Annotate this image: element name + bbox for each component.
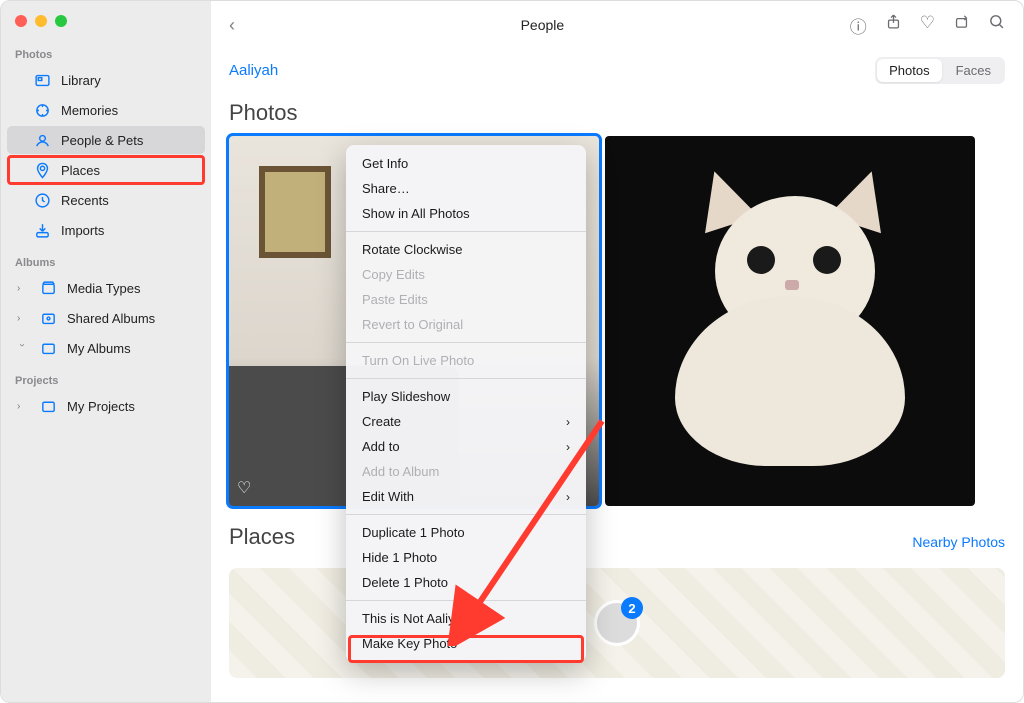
sidebar-item-my-projects[interactable]: › My Projects: [7, 392, 205, 420]
memories-icon: [33, 101, 51, 119]
chevron-right-icon: ›: [566, 490, 570, 504]
window-controls: [1, 1, 211, 37]
sidebar-item-media-types[interactable]: › Media Types: [7, 274, 205, 302]
album-icon: [39, 279, 57, 297]
fullscreen-window-button[interactable]: [55, 15, 67, 27]
page-title: People: [247, 17, 838, 33]
menu-item[interactable]: Get Info: [346, 151, 586, 176]
app-window: Photos Library Memories People & Pets Pl…: [0, 0, 1024, 703]
people-icon: [33, 131, 51, 149]
menu-item: Add to Album: [346, 459, 586, 484]
main-area: ‹ People ⓘ ♡ Aaliyah Photos Faces Photos…: [211, 1, 1023, 702]
sidebar-item-label: Memories: [61, 103, 118, 118]
sidebar-item-label: Shared Albums: [67, 311, 155, 326]
favorite-badge-icon: ♡: [237, 478, 251, 498]
sidebar-item-library[interactable]: Library: [7, 66, 205, 94]
sidebar-section-projects: Projects: [1, 363, 211, 391]
context-menu: Get InfoShare…Show in All Photos Rotate C…: [346, 145, 586, 662]
rotate-icon[interactable]: [953, 13, 970, 38]
close-window-button[interactable]: [15, 15, 27, 27]
sidebar: Photos Library Memories People & Pets Pl…: [1, 1, 211, 702]
tab-faces[interactable]: Faces: [944, 59, 1003, 82]
recents-icon: [33, 191, 51, 209]
sidebar-item-label: Imports: [61, 223, 104, 238]
favorite-icon[interactable]: ♡: [920, 13, 935, 38]
search-icon[interactable]: [988, 13, 1005, 38]
sidebar-item-imports[interactable]: Imports: [7, 216, 205, 244]
menu-item: Turn On Live Photo: [346, 348, 586, 373]
menu-item: Paste Edits: [346, 287, 586, 312]
menu-item[interactable]: Show in All Photos: [346, 201, 586, 226]
content: Photos ♡ Places Nearby Photos: [211, 92, 1023, 702]
projects-icon: [39, 397, 57, 415]
menu-item[interactable]: This is Not Aaliyah: [346, 606, 586, 631]
sidebar-item-recents[interactable]: Recents: [7, 186, 205, 214]
photo-thumbnail[interactable]: [605, 136, 975, 506]
album-icon: [39, 339, 57, 357]
sidebar-section-photos: Photos: [1, 37, 211, 65]
chevron-right-icon: ›: [17, 401, 27, 412]
tab-photos[interactable]: Photos: [877, 59, 941, 82]
shared-album-icon: [39, 309, 57, 327]
sidebar-item-memories[interactable]: Memories: [7, 96, 205, 124]
menu-item[interactable]: Add to›: [346, 434, 586, 459]
view-segmented-control: Photos Faces: [875, 57, 1005, 84]
menu-item[interactable]: Duplicate 1 Photo: [346, 520, 586, 545]
toolbar: ‹ People ⓘ ♡: [211, 1, 1023, 49]
map-pin-badge: 2: [621, 597, 643, 619]
toolbar-actions: ⓘ ♡: [850, 13, 1005, 38]
sidebar-item-label: My Projects: [67, 399, 135, 414]
menu-item[interactable]: Play Slideshow: [346, 384, 586, 409]
map-pin[interactable]: 2: [594, 600, 640, 646]
sidebar-item-label: My Albums: [67, 341, 131, 356]
minimize-window-button[interactable]: [35, 15, 47, 27]
menu-item[interactable]: Hide 1 Photo: [346, 545, 586, 570]
menu-item[interactable]: Make Key Photo: [346, 631, 586, 656]
menu-item[interactable]: Share…: [346, 176, 586, 201]
nearby-photos-link[interactable]: Nearby Photos: [912, 534, 1005, 550]
share-icon[interactable]: [885, 13, 902, 38]
chevron-right-icon: ›: [566, 415, 570, 429]
menu-item[interactable]: Delete 1 Photo: [346, 570, 586, 595]
sidebar-item-label: Library: [61, 73, 101, 88]
library-icon: [33, 71, 51, 89]
sidebar-item-label: People & Pets: [61, 133, 143, 148]
chevron-right-icon: ›: [566, 440, 570, 454]
chevron-right-icon: ›: [17, 313, 27, 324]
menu-item[interactable]: Edit With›: [346, 484, 586, 509]
sub-toolbar: Aaliyah Photos Faces: [211, 49, 1023, 92]
sidebar-item-label: Recents: [61, 193, 109, 208]
menu-item: Revert to Original: [346, 312, 586, 337]
sidebar-section-albums: Albums: [1, 245, 211, 273]
sidebar-item-shared-albums[interactable]: › Shared Albums: [7, 304, 205, 332]
menu-item[interactable]: Create›: [346, 409, 586, 434]
photos-section-heading: Photos: [229, 100, 1005, 126]
imports-icon: [33, 221, 51, 239]
sidebar-item-places[interactable]: Places: [7, 156, 205, 184]
menu-item: Copy Edits: [346, 262, 586, 287]
cat-illustration: [655, 176, 925, 466]
sidebar-item-label: Media Types: [67, 281, 140, 296]
sidebar-item-my-albums[interactable]: › My Albums: [7, 334, 205, 362]
places-section-heading: Places: [229, 524, 295, 550]
chevron-right-icon: ›: [17, 283, 27, 294]
info-icon[interactable]: ⓘ: [850, 13, 867, 38]
back-button[interactable]: ‹: [229, 15, 235, 36]
sidebar-item-label: Places: [61, 163, 100, 178]
menu-item[interactable]: Rotate Clockwise: [346, 237, 586, 262]
person-name-link[interactable]: Aaliyah: [229, 62, 278, 79]
chevron-down-icon: ›: [17, 343, 28, 353]
places-icon: [33, 161, 51, 179]
sidebar-item-people-pets[interactable]: People & Pets: [7, 126, 205, 154]
